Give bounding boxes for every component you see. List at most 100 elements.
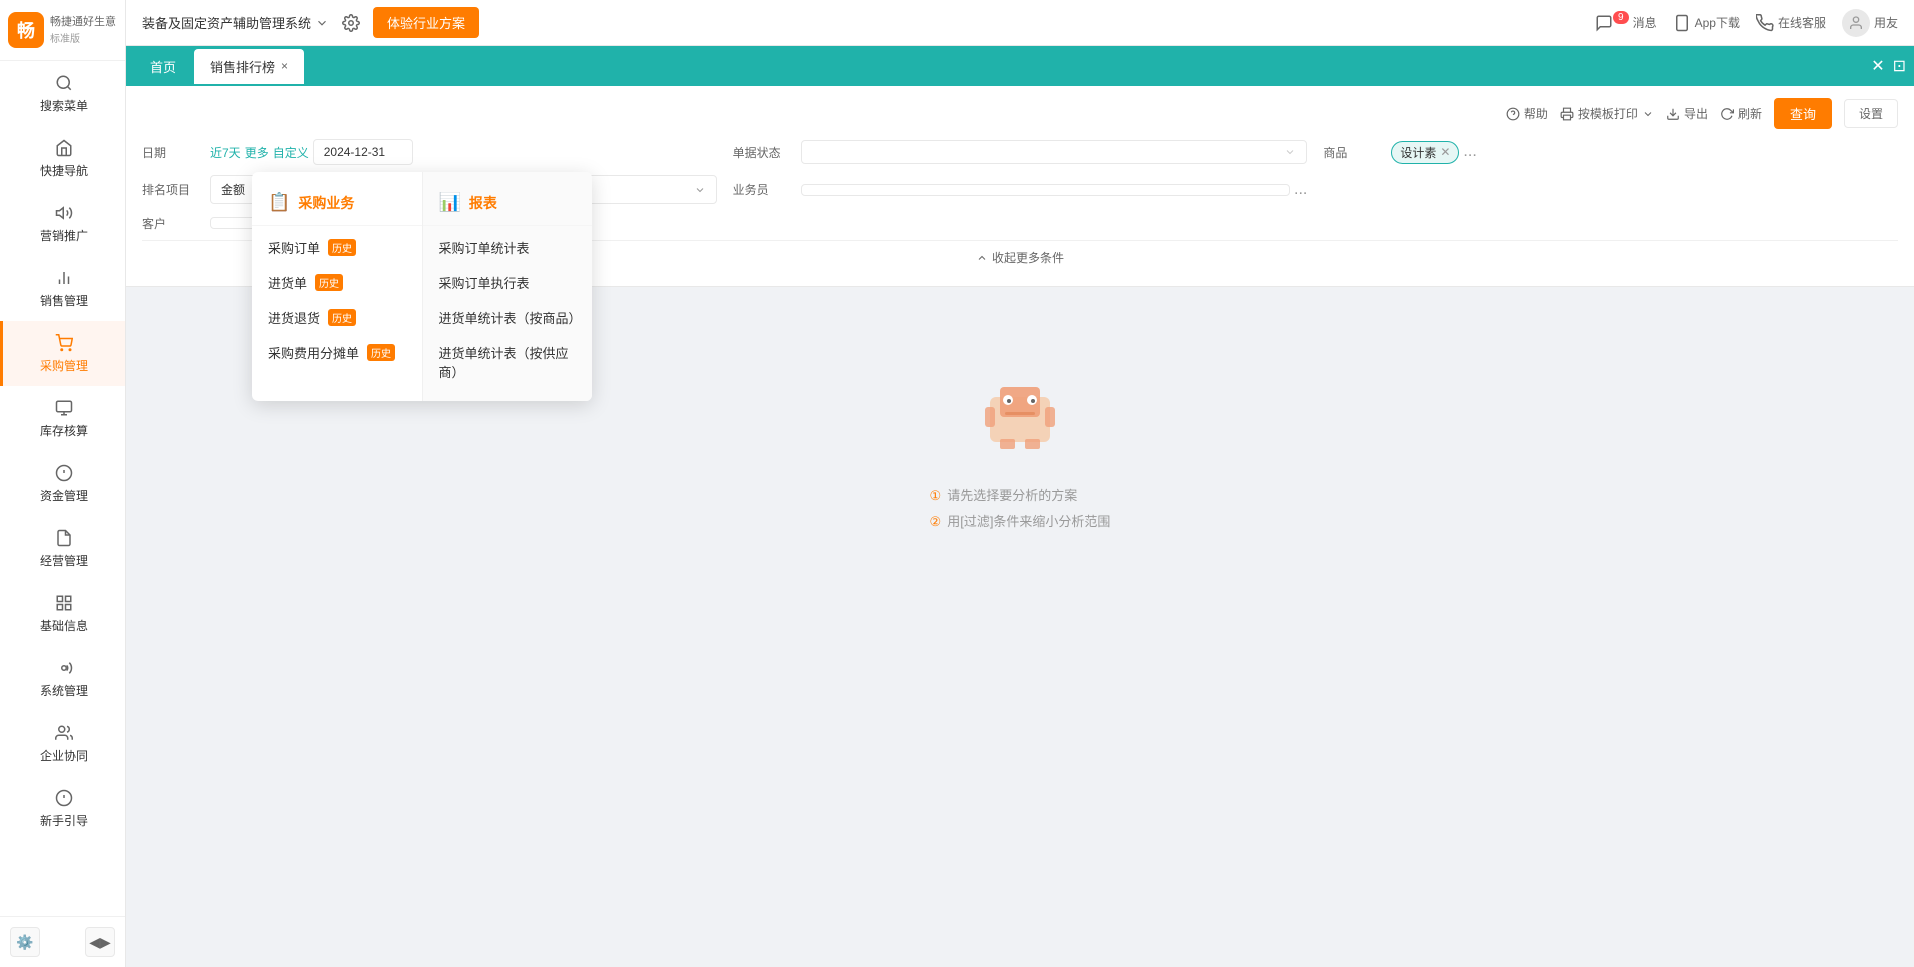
dropdown-col1-header: 📋 采购业务 (252, 184, 422, 226)
product-tag-close[interactable]: ✕ (1440, 145, 1450, 159)
tab-bar-right: ✕ ⊡ (1871, 56, 1906, 76)
date-quick-7days[interactable]: 近7天 (210, 144, 241, 161)
sidebar-item-purchase-label: 采购管理 (40, 357, 88, 374)
enterprise-icon (54, 723, 74, 743)
logo-text: 畅捷通好生意 (50, 15, 116, 30)
dropdown-col2-icon: 📊 (439, 192, 461, 213)
export-label: 导出 (1684, 105, 1708, 122)
sidebar-item-basic-info[interactable]: 基础信息 (0, 581, 125, 646)
dropdown-item-return[interactable]: 进货退货 历史 (252, 300, 422, 335)
query-btn[interactable]: 查询 (1774, 98, 1832, 129)
message-btn[interactable]: 9 消息 (1595, 14, 1657, 32)
dropdown-col-report: 📊 报表 采购订单统计表 采购订单执行表 进货单统计表（按商品） (422, 172, 593, 401)
salesperson-input[interactable] (801, 184, 1290, 196)
dropdown-col1-icon: 📋 (268, 192, 290, 213)
user-menu-btn[interactable]: 用友 (1842, 9, 1898, 37)
dropdown-item-incoming[interactable]: 进货单 历史 (252, 265, 422, 300)
empty-hint-2: ② 用[过滤]条件来缩小分析范围 (930, 509, 1111, 535)
sidebar-item-system-label: 系统管理 (40, 682, 88, 699)
sidebar: 畅 畅捷通好生意 标准版 搜索菜单 快捷导航 (0, 0, 126, 967)
rank-value: 金额 (221, 181, 245, 198)
refresh-label: 刷新 (1738, 105, 1762, 122)
tab-close-btn[interactable]: × (281, 59, 288, 73)
dropdown-item-order-exec[interactable]: 采购订单执行表 (423, 265, 593, 300)
setting-btn[interactable]: 设置 (1844, 99, 1898, 128)
home-icon (54, 138, 74, 158)
sidebar-item-system[interactable]: 系统管理 (0, 646, 125, 711)
sidebar-item-purchase[interactable]: 采购管理 (0, 321, 125, 386)
app-download-label: App下载 (1695, 14, 1740, 31)
salesperson-more-dots[interactable]: ... (1294, 181, 1307, 199)
print-label: 按模板打印 (1578, 105, 1638, 122)
sidebar-item-finance[interactable]: 资金管理 (0, 451, 125, 516)
dropdown-item-cost[interactable]: 采购费用分摊单 历史 (252, 335, 422, 370)
sidebar-item-operations-label: 经营管理 (40, 552, 88, 569)
message-badge: 9 (1613, 11, 1629, 24)
filter-toolbar: 帮助 按模板打印 导出 刷新 查询 (142, 98, 1898, 129)
export-btn[interactable]: 导出 (1666, 105, 1708, 122)
return-badge: 历史 (328, 309, 356, 326)
purchase-order-label: 采购订单 (268, 238, 320, 257)
date-quick-custom[interactable]: 自定义 (273, 144, 309, 161)
settings-bottom-btn[interactable]: ⚙️ (10, 927, 40, 957)
help-btn[interactable]: 帮助 (1506, 105, 1548, 122)
sidebar-item-quick-nav[interactable]: 快捷导航 (0, 126, 125, 191)
dropdown-item-incoming-stats-product[interactable]: 进货单统计表（按商品） (423, 300, 593, 335)
filter-date-item: 日期 近7天 更多 自定义 2024-12-31 (142, 139, 717, 165)
incoming-label: 进货单 (268, 273, 307, 292)
sidebar-item-marketing[interactable]: 营销推广 (0, 191, 125, 256)
tab-sales-ranking[interactable]: 销售排行榜 × (194, 49, 304, 84)
sidebar-item-marketing-label: 营销推广 (40, 227, 88, 244)
app-download-btn[interactable]: App下载 (1673, 14, 1740, 32)
sidebar-nav: 搜索菜单 快捷导航 营销推广 销售管理 (0, 61, 125, 916)
finance-icon (54, 463, 74, 483)
sidebar-item-sales[interactable]: 销售管理 (0, 256, 125, 321)
order-status-input[interactable] (801, 140, 1308, 164)
product-tag: 设计素 ✕ (1391, 141, 1459, 164)
print-btn[interactable]: 按模板打印 (1560, 105, 1654, 122)
tab-close-icon[interactable]: ✕ (1871, 56, 1884, 76)
dropdown-item-order-stats[interactable]: 采购订单统计表 (423, 230, 593, 265)
incoming-badge: 历史 (315, 274, 343, 291)
logo-badge: 标准版 (50, 30, 116, 45)
collapse-sidebar-btn[interactable]: ◀▶ (85, 927, 115, 957)
date-quick-options: 近7天 更多 自定义 (210, 144, 309, 161)
user-label: 用友 (1874, 14, 1898, 31)
top-right: 9 消息 App下载 在线客服 用友 (1595, 9, 1898, 37)
sidebar-item-operations[interactable]: 经营管理 (0, 516, 125, 581)
return-label: 进货退货 (268, 308, 320, 327)
logo-icon: 畅 (8, 12, 44, 48)
product-filter-group: 设计素 ✕ ... (1391, 141, 1898, 164)
cost-badge: 历史 (367, 344, 395, 361)
dropdown-item-purchase-order[interactable]: 采购订单 历史 (252, 230, 422, 265)
industry-btn[interactable]: 体验行业方案 (373, 7, 479, 38)
system-title-dropdown[interactable]: 装备及固定资产辅助管理系统 (142, 13, 329, 32)
sidebar-item-guide-label: 新手引导 (40, 812, 88, 829)
sidebar-item-finance-label: 资金管理 (40, 487, 88, 504)
search-icon (54, 73, 74, 93)
sidebar-item-guide[interactable]: 新手引导 (0, 776, 125, 841)
incoming-stats-supplier-label: 进货单统计表（按供应商） (439, 343, 577, 381)
order-status-label: 单据状态 (733, 144, 793, 161)
sidebar-bottom: ⚙️ ◀▶ (0, 916, 125, 967)
sidebar-item-enterprise[interactable]: 企业协同 (0, 711, 125, 776)
order-stats-label: 采购订单统计表 (439, 238, 530, 257)
system-title: 装备及固定资产辅助管理系统 (142, 13, 311, 32)
tab-home[interactable]: 首页 (134, 49, 192, 84)
sidebar-item-inventory[interactable]: 库存核算 (0, 386, 125, 451)
dropdown-col2-header: 📊 报表 (423, 184, 593, 226)
tab-maximize-icon[interactable]: ⊡ (1893, 56, 1906, 76)
customer-label: 客户 (142, 215, 202, 232)
product-label: 商品 (1323, 144, 1383, 161)
refresh-btn[interactable]: 刷新 (1720, 105, 1762, 122)
dropdown-cols: 📋 采购业务 采购订单 历史 进货单 历史 进货退货 (252, 172, 592, 401)
date-end-input[interactable]: 2024-12-31 (313, 139, 413, 165)
date-quick-more[interactable]: 更多 (245, 144, 269, 161)
settings-btn[interactable] (337, 9, 365, 37)
product-more-dots[interactable]: ... (1463, 143, 1476, 161)
dropdown-item-incoming-stats-supplier[interactable]: 进货单统计表（按供应商） (423, 335, 593, 389)
sidebar-item-search[interactable]: 搜索菜单 (0, 61, 125, 126)
basic-info-icon (54, 593, 74, 613)
date-filter-group: 近7天 更多 自定义 2024-12-31 (210, 139, 413, 165)
online-service-btn[interactable]: 在线客服 (1756, 14, 1826, 32)
